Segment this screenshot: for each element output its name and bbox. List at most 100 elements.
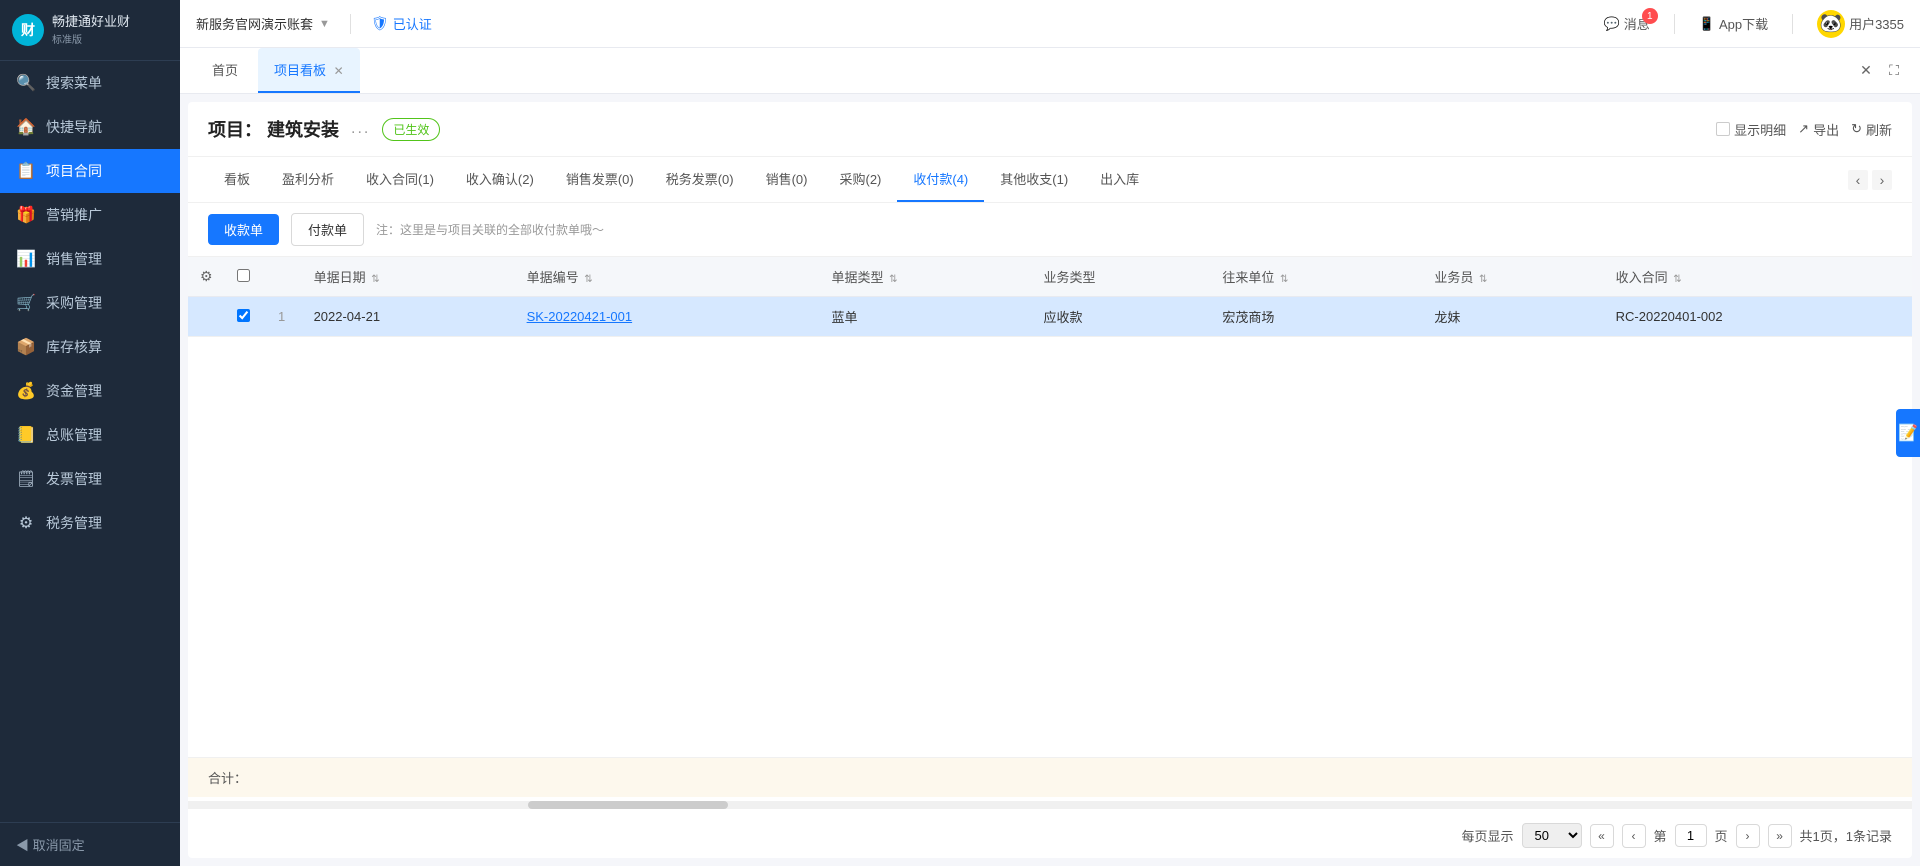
project-actions: 显示明细 ↗ 导出 ↻ 刷新 bbox=[1716, 120, 1892, 139]
show-detail-label: 显示明细 bbox=[1734, 120, 1786, 139]
sidebar-item-quicknav[interactable]: 🏠 快捷导航 bbox=[0, 105, 180, 149]
sub-tabs-nav: ‹ › bbox=[1848, 170, 1892, 190]
td-date: 2022-04-21 bbox=[302, 297, 515, 337]
select-all-checkbox[interactable] bbox=[237, 269, 250, 282]
sidebar-item-project[interactable]: 📋 项目合同 bbox=[0, 149, 180, 193]
last-page-button[interactable]: » bbox=[1768, 824, 1792, 848]
sort-icon: ⇅ bbox=[889, 274, 897, 285]
export-icon: ↗ bbox=[1798, 121, 1809, 137]
gear-icon[interactable]: ⚙ bbox=[200, 268, 213, 284]
horizontal-scrollbar[interactable] bbox=[188, 801, 1912, 809]
sidebar-item-finance[interactable]: 💰 资金管理 bbox=[0, 369, 180, 413]
sub-tab-payment[interactable]: 收付款(4) bbox=[897, 157, 984, 202]
td-partner: 宏茂商场 bbox=[1210, 297, 1422, 337]
search-icon: 🔍 bbox=[16, 73, 36, 93]
th-code[interactable]: 单据编号 ⇅ bbox=[515, 257, 820, 297]
show-detail-checkbox[interactable]: 显示明细 bbox=[1716, 120, 1786, 139]
tab-project-board[interactable]: 项目看板 ✕ bbox=[258, 48, 360, 93]
first-page-button[interactable]: « bbox=[1590, 824, 1614, 848]
sub-tab-income-contract[interactable]: 收入合同(1) bbox=[350, 157, 450, 202]
sidebar: 财 畅捷通好业财 标准版 🔍 搜索菜单 🏠 快捷导航 📋 项目合同 🎁 营销推广… bbox=[0, 0, 180, 866]
table-row[interactable]: 1 2022-04-21 SK-20220421-001 蓝单 应收款 宏茂商场… bbox=[188, 297, 1912, 337]
refresh-label: 刷新 bbox=[1866, 120, 1892, 139]
th-salesman[interactable]: 业务员 ⇅ bbox=[1422, 257, 1603, 297]
th-type[interactable]: 单据类型 ⇅ bbox=[820, 257, 1032, 297]
sub-tabs-prev-btn[interactable]: ‹ bbox=[1848, 170, 1868, 190]
sub-tab-tax-invoice[interactable]: 税务发票(0) bbox=[650, 157, 750, 202]
certified-label: 已认证 bbox=[393, 14, 432, 33]
sidebar-item-label: 发票管理 bbox=[46, 469, 102, 489]
sidebar-item-marketing[interactable]: 🎁 营销推广 bbox=[0, 193, 180, 237]
marketing-icon: 🎁 bbox=[16, 205, 36, 225]
sub-tab-other[interactable]: 其他收支(1) bbox=[984, 157, 1084, 202]
home-icon: 🏠 bbox=[16, 117, 36, 137]
sidebar-item-ledger[interactable]: 📒 总账管理 bbox=[0, 413, 180, 457]
sub-tab-income-confirm[interactable]: 收入确认(2) bbox=[450, 157, 550, 202]
th-index bbox=[262, 257, 302, 297]
th-date[interactable]: 单据日期 ⇅ bbox=[302, 257, 515, 297]
sidebar-item-purchase[interactable]: 🛒 采购管理 bbox=[0, 281, 180, 325]
close-window-button[interactable]: ✕ bbox=[1856, 61, 1876, 81]
total-row: 合计： bbox=[188, 758, 1912, 797]
app-name: 畅捷通好业财 bbox=[52, 14, 130, 31]
filter-note: 注：这里是与项目关联的全部收付款单哦～ bbox=[376, 221, 604, 238]
close-icon[interactable]: ✕ bbox=[334, 64, 344, 78]
sub-tab-profit[interactable]: 盈利分析 bbox=[266, 157, 350, 202]
checkbox-icon bbox=[1716, 122, 1730, 136]
sidebar-item-sales[interactable]: 📊 销售管理 bbox=[0, 237, 180, 281]
receipt-tab-button[interactable]: 收款单 bbox=[208, 214, 279, 245]
sort-icon: ⇅ bbox=[371, 274, 379, 285]
page-size-select[interactable]: 50 100 200 bbox=[1522, 823, 1582, 848]
app-download-button[interactable]: 📱 App下载 bbox=[1699, 14, 1768, 33]
doc-link[interactable]: SK-20220421-001 bbox=[527, 309, 633, 324]
sidebar-item-label: 快捷导航 bbox=[46, 117, 102, 137]
sales-icon: 📊 bbox=[16, 249, 36, 269]
refresh-button[interactable]: ↻ 刷新 bbox=[1851, 120, 1892, 139]
page-size-label: 每页显示 bbox=[1461, 826, 1513, 845]
tab-home[interactable]: 首页 bbox=[196, 48, 254, 93]
sidebar-item-invoice[interactable]: 🗒 发票管理 bbox=[0, 457, 180, 501]
th-gear[interactable]: ⚙ bbox=[188, 257, 225, 297]
row-checkbox[interactable] bbox=[237, 309, 250, 322]
sidebar-item-inventory[interactable]: 📦 库存核算 bbox=[0, 325, 180, 369]
sub-tab-sales-invoice[interactable]: 销售发票(0) bbox=[550, 157, 650, 202]
next-page-button[interactable]: › bbox=[1736, 824, 1760, 848]
app-version: 标准版 bbox=[52, 31, 130, 46]
sub-tab-inout[interactable]: 出入库 bbox=[1084, 157, 1155, 202]
sidebar-item-label: 营销推广 bbox=[46, 205, 102, 225]
sidebar-item-tax[interactable]: ⚙ 税务管理 bbox=[0, 501, 180, 545]
prev-page-button[interactable]: ‹ bbox=[1622, 824, 1646, 848]
maximize-window-button[interactable]: ⛶ bbox=[1884, 61, 1904, 81]
payment-tab-button[interactable]: 付款单 bbox=[291, 213, 364, 246]
sidebar-unpin-label: ◀ 取消固定 bbox=[16, 835, 85, 854]
right-float-btn[interactable]: 📝 bbox=[1896, 409, 1920, 457]
project-more-button[interactable]: ... bbox=[351, 120, 370, 138]
project-prefix: 项目： bbox=[208, 120, 262, 140]
sidebar-unpin[interactable]: ◀ 取消固定 bbox=[0, 822, 180, 866]
scrollbar-thumb[interactable] bbox=[528, 801, 728, 809]
sub-tab-sales[interactable]: 销售(0) bbox=[750, 157, 824, 202]
table-wrapper: ⚙ 单据日期 ⇅ 单据编号 ⇅ bbox=[188, 257, 1912, 757]
td-biz-type: 应收款 bbox=[1031, 297, 1210, 337]
project-selector[interactable]: 新服务官网演示账套 ▼ bbox=[196, 14, 330, 33]
th-contract[interactable]: 收入合同 ⇅ bbox=[1604, 257, 1912, 297]
refresh-icon: ↻ bbox=[1851, 121, 1862, 137]
th-partner[interactable]: 往来单位 ⇅ bbox=[1210, 257, 1422, 297]
user-menu[interactable]: 🐼 用户3355 bbox=[1817, 10, 1904, 38]
page-number-input[interactable] bbox=[1675, 824, 1707, 847]
project-icon: 📋 bbox=[16, 161, 36, 181]
sort-icon: ⇅ bbox=[584, 274, 592, 285]
inventory-icon: 📦 bbox=[16, 337, 36, 357]
export-button[interactable]: ↗ 导出 bbox=[1798, 120, 1839, 139]
user-avatar: 🐼 bbox=[1817, 10, 1845, 38]
table-header-row: ⚙ 单据日期 ⇅ 单据编号 ⇅ bbox=[188, 257, 1912, 297]
sidebar-item-search[interactable]: 🔍 搜索菜单 bbox=[0, 61, 180, 105]
sub-tab-purchase[interactable]: 采购(2) bbox=[823, 157, 897, 202]
td-salesman: 龙妹 bbox=[1422, 297, 1603, 337]
sidebar-item-label: 销售管理 bbox=[46, 249, 102, 269]
shield-icon: 🛡 bbox=[371, 15, 389, 32]
messages-button[interactable]: 💬 消息 1 bbox=[1604, 14, 1650, 33]
td-contract: RC-20220401-002 bbox=[1604, 297, 1912, 337]
sub-tabs-next-btn[interactable]: › bbox=[1872, 170, 1892, 190]
sub-tab-board[interactable]: 看板 bbox=[208, 157, 266, 202]
